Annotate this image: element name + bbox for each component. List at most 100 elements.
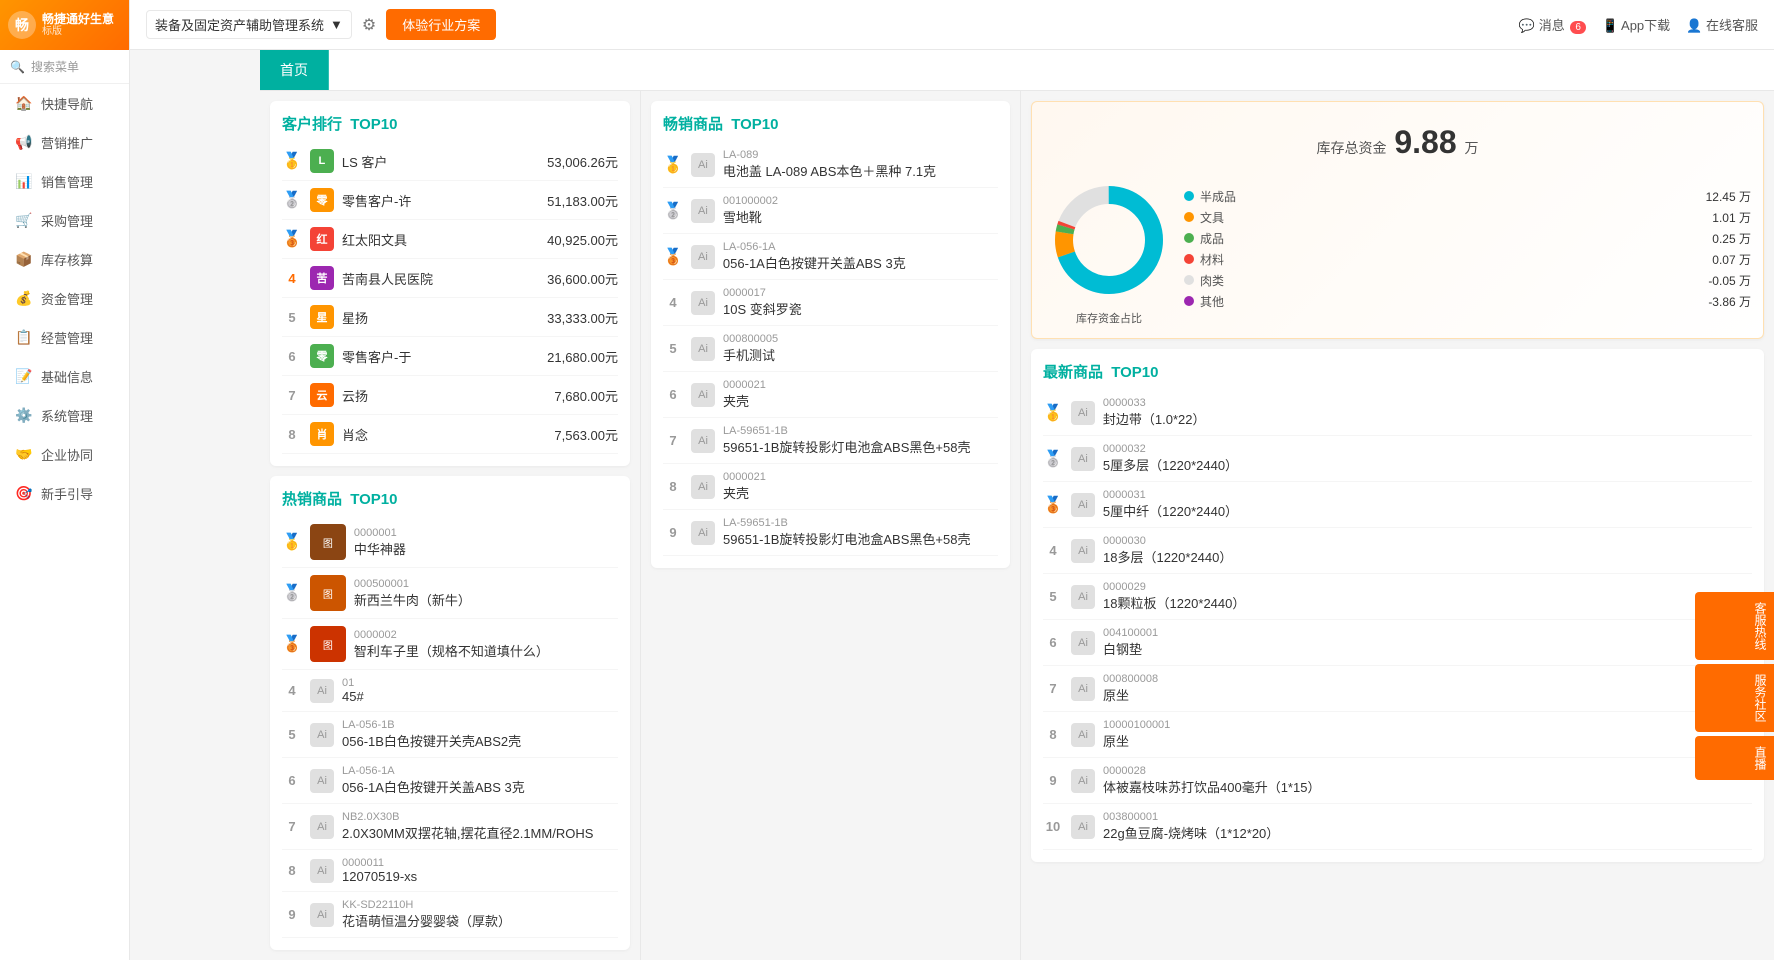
experience-button[interactable]: 体验行业方案	[386, 9, 496, 40]
legend-val: 0.07 万	[1712, 251, 1751, 268]
product-thumb: Ai	[1071, 447, 1095, 471]
legend-dot	[1184, 296, 1194, 306]
legend-item: 肉类 -0.05 万	[1184, 272, 1751, 289]
legend-name: 肉类	[1200, 272, 1702, 289]
product-thumb: Ai	[691, 153, 715, 177]
system-selector[interactable]: 装备及固定资产辅助管理系统 ▼	[146, 10, 352, 39]
online-service-item[interactable]: 👤 在线客服	[1686, 15, 1758, 34]
medal-icon: 🥇	[282, 532, 302, 552]
product-name: 夹壳	[723, 391, 998, 410]
rank-item: 🥉 红 红太阳文具 40,925.00元	[282, 220, 618, 259]
sidebar-item-label: 营销推广	[41, 133, 93, 152]
search-icon: 🔍	[10, 60, 25, 74]
inventory-chart-row: 库存资金占比 半成品 12.45 万 文具 1.01 万	[1044, 175, 1751, 326]
sidebar-item-purchase[interactable]: 🛒 采购管理	[0, 201, 129, 240]
product-thumb: Ai	[310, 903, 334, 927]
sidebar-item-basics[interactable]: 📝 基础信息	[0, 357, 129, 396]
rank-num: 10	[1043, 819, 1063, 834]
customer-value: 40,925.00元	[547, 230, 618, 249]
rank-num: 8	[1043, 727, 1063, 742]
sidebar-item-finance[interactable]: 💰 资金管理	[0, 279, 129, 318]
tab-home[interactable]: 首页	[260, 50, 329, 90]
cs-hotline-button[interactable]: 客服热线	[1695, 592, 1774, 660]
product-thumb: Ai	[691, 245, 715, 269]
product-info: LA-056-1A 056-1A白色按键开关盖ABS 3克	[342, 765, 618, 796]
product-code: LA-056-1B	[342, 719, 618, 731]
product-name: 雪地靴	[723, 207, 998, 226]
customer-value: 21,680.00元	[547, 347, 618, 366]
rank-num: 7	[1043, 681, 1063, 696]
sidebar-item-system[interactable]: ⚙️ 系统管理	[0, 396, 129, 435]
product-info: 000800008 原坐	[1103, 673, 1752, 704]
rank-num: 9	[1043, 773, 1063, 788]
product-thumb: Ai	[691, 199, 715, 223]
legend-dot	[1184, 191, 1194, 201]
product-info: 0000011 12070519-xs	[342, 857, 618, 884]
product-name: 手机测试	[723, 345, 998, 364]
legend-item: 半成品 12.45 万	[1184, 188, 1751, 205]
legend-dot	[1184, 212, 1194, 222]
new-products-card: 最新商品 TOP10 🥇 Ai 0000033 封边带（1.0*22）	[1031, 349, 1764, 862]
product-item: 8 Ai 0000011 12070519-xs	[282, 850, 618, 892]
app-download-item[interactable]: 📱 App下载	[1602, 15, 1670, 34]
product-info: 0000001 中华神器	[354, 527, 618, 558]
product-code: 000500001	[354, 578, 618, 590]
product-info: 0000033 封边带（1.0*22）	[1103, 397, 1752, 428]
product-info: 003800001 22g鱼豆腐-烧烤味（1*12*20）	[1103, 811, 1752, 842]
product-code: 0000030	[1103, 535, 1752, 547]
product-thumb: Ai	[691, 475, 715, 499]
new-products-list: 🥇 Ai 0000033 封边带（1.0*22） 🥈 Ai 0000032 5厘…	[1043, 390, 1752, 850]
rank-num: 7	[663, 433, 683, 448]
sidebar-item-marketing[interactable]: 📢 营销推广	[0, 123, 129, 162]
rank-item: 9 Ai LA-59651-1B 59651-1B旋转投影灯电池盒ABS黑色+5…	[663, 510, 998, 556]
sidebar-item-home[interactable]: 🏠 快捷导航	[0, 84, 129, 123]
medal-icon: 🥈	[663, 201, 683, 221]
sidebar-item-inventory[interactable]: 📦 库存核算	[0, 240, 129, 279]
purchase-icon: 🛒	[15, 212, 33, 229]
cs-community-button[interactable]: 服务社区	[1695, 664, 1774, 732]
sidebar-item-sales[interactable]: 📊 销售管理	[0, 162, 129, 201]
sales-icon: 📊	[15, 173, 33, 190]
product-info: 0000031 5厘中纤（1220*2440）	[1103, 489, 1752, 520]
finance-icon: 💰	[15, 290, 33, 307]
product-name: 原坐	[1103, 731, 1752, 750]
hot-products-list: 🥇 图 0000001 中华神器 🥈 图	[282, 517, 618, 938]
product-name: 电池盖 LA-089 ABS本色＋黑种 7.1克	[723, 161, 998, 180]
product-name: 封边带（1.0*22）	[1103, 409, 1752, 428]
product-thumb: Ai	[310, 859, 334, 883]
sidebar-item-collab[interactable]: 🤝 企业协同	[0, 435, 129, 474]
right-panel: 库存总资金 9.88 万	[1020, 91, 1774, 960]
customer-value: 51,183.00元	[547, 191, 618, 210]
product-code: 000800005	[723, 333, 998, 345]
rank-num: 6	[663, 387, 683, 402]
rank-item: 🥇 Ai LA-089 电池盖 LA-089 ABS本色＋黑种 7.1克	[663, 142, 998, 188]
operations-icon: 📋	[15, 329, 33, 346]
notification-item[interactable]: 💬 消息 6	[1519, 15, 1586, 34]
product-thumb: Ai	[310, 815, 334, 839]
legend-val: 12.45 万	[1706, 188, 1751, 205]
customer-ranking-card: 客户排行 TOP10 🥇 L LS 客户 53,006.26元 🥈 零	[270, 101, 630, 466]
rank-item: 7 云 云扬 7,680.00元	[282, 376, 618, 415]
product-info: 0000002 智利车子里（规格不知道填什么）	[354, 629, 618, 660]
sidebar-item-label: 销售管理	[41, 172, 93, 191]
product-info: 0000021 夹壳	[723, 379, 998, 410]
sidebar-item-guide[interactable]: 🎯 新手引导	[0, 474, 129, 513]
sidebar-search[interactable]: 🔍 搜索菜单	[0, 50, 129, 84]
settings-icon[interactable]: ⚙	[362, 15, 376, 35]
customer-name: 零售客户-于	[342, 347, 539, 366]
left-panel: 客户排行 TOP10 🥇 L LS 客户 53,006.26元 🥈 零	[260, 91, 640, 960]
main-content: 装备及固定资产辅助管理系统 ▼ ⚙ 体验行业方案 💬 消息 6 📱 App下载 …	[260, 50, 1774, 960]
notification-icon: 💬	[1519, 18, 1535, 33]
avatar: 云	[310, 383, 334, 407]
product-code: LA-056-1A	[723, 241, 998, 253]
customer-ranking-header: 客户排行 TOP10	[282, 113, 618, 134]
sidebar-item-operations[interactable]: 📋 经营管理	[0, 318, 129, 357]
customer-name: 苦南县人民医院	[342, 269, 539, 288]
cs-live-button[interactable]: 直播	[1695, 736, 1774, 780]
rank-item: 4 Ai 0000030 18多层（1220*2440）	[1043, 528, 1752, 574]
new-products-title: 最新商品 TOP10	[1043, 361, 1158, 382]
product-item: 🥉 图 0000002 智利车子里（规格不知道填什么）	[282, 619, 618, 670]
rank-item: 🥇 Ai 0000033 封边带（1.0*22）	[1043, 390, 1752, 436]
inventory-unit: 万	[1465, 140, 1479, 156]
rank-item: 7 Ai 000800008 原坐	[1043, 666, 1752, 712]
